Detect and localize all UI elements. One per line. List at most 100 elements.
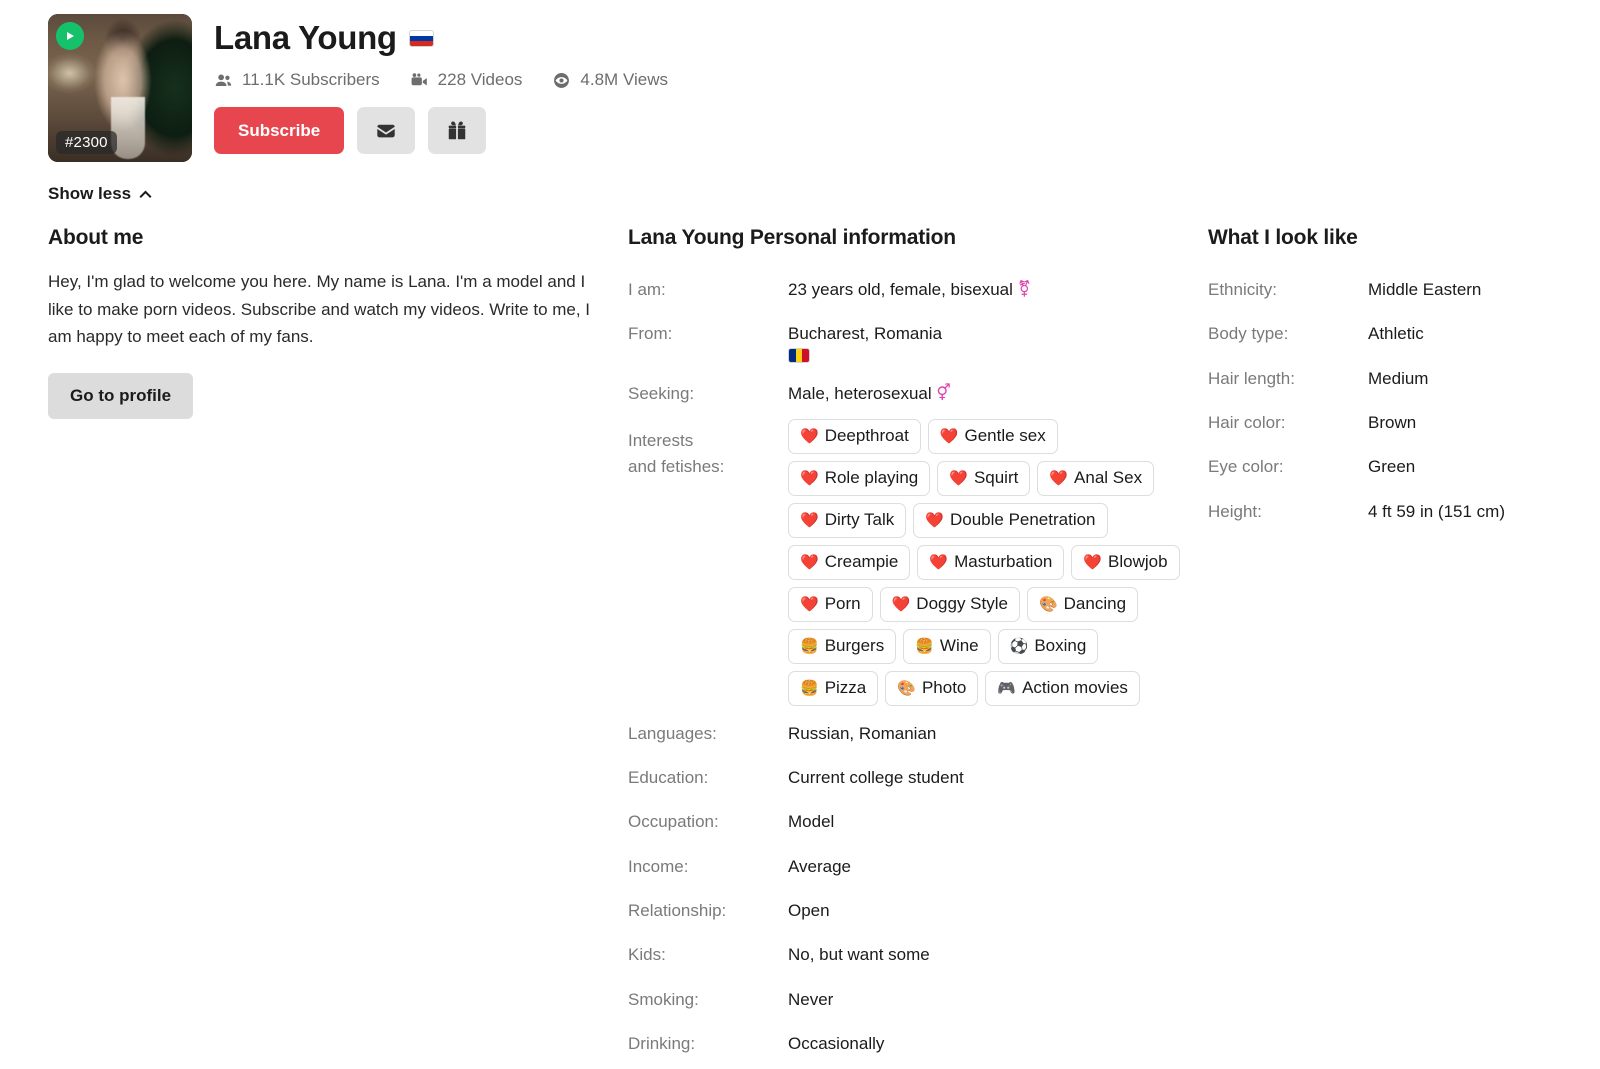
game-controller-icon: 🎮 bbox=[997, 679, 1017, 697]
interest-tag[interactable]: 🍔 Wine bbox=[903, 628, 991, 664]
play-icon[interactable] bbox=[56, 22, 84, 50]
show-less-toggle[interactable]: Show less bbox=[48, 184, 153, 204]
info-label: Languages: bbox=[628, 723, 717, 743]
appearance-value: Green bbox=[1368, 457, 1416, 477]
info-value-seeking: Male, heterosexual ⚥ bbox=[788, 372, 1208, 416]
info-value: Never bbox=[788, 989, 834, 1009]
appearance-label: Eye color: bbox=[1208, 457, 1284, 477]
subscribers-count: 11.1K Subscribers bbox=[242, 70, 380, 90]
show-less-label: Show less bbox=[48, 184, 132, 203]
interest-tag-label: Blowjob bbox=[1108, 551, 1168, 571]
interest-tag-label: Doggy Style bbox=[916, 593, 1008, 613]
profile-header: #2300 Lana Young 11.1K Subscribers 228 V… bbox=[0, 14, 1600, 162]
palette-icon: 🎨 bbox=[897, 679, 916, 697]
interest-tag[interactable]: 🍔 Burgers bbox=[788, 628, 897, 664]
gift-button[interactable] bbox=[428, 107, 487, 155]
interest-tag-label: Photo bbox=[921, 677, 967, 697]
interest-tag[interactable]: ❤️ Porn bbox=[788, 586, 873, 622]
interest-tag-label: Double Penetration bbox=[949, 509, 1096, 529]
interest-tag-label: Role playing bbox=[824, 467, 919, 487]
name-row: Lana Young bbox=[214, 19, 668, 56]
info-label: Income: bbox=[628, 856, 689, 876]
info-label: Smoking: bbox=[628, 989, 699, 1009]
interest-tag-label: Masturbation bbox=[954, 551, 1053, 571]
info-value: Occasionally bbox=[788, 1034, 885, 1053]
info-label-from: From: bbox=[628, 324, 673, 344]
rank-badge: #2300 bbox=[56, 131, 117, 154]
subscribe-button[interactable]: Subscribe bbox=[214, 107, 345, 155]
avatar[interactable]: #2300 bbox=[48, 14, 192, 162]
profile-page: #2300 Lana Young 11.1K Subscribers 228 V… bbox=[0, 0, 1600, 1069]
appearance-grid: Ethnicity: Middle Eastern Body type: Athlet… bbox=[1208, 268, 1588, 534]
chevron-up-icon bbox=[138, 184, 153, 204]
interest-tag-label: Pizza bbox=[824, 677, 867, 697]
interest-tag-label: Dirty Talk bbox=[824, 509, 895, 529]
burger-icon: 🍔 bbox=[915, 637, 934, 655]
interest-tag[interactable]: 🎨 Dancing bbox=[1026, 586, 1139, 622]
interest-tag-list: ❤️ Deepthroat ❤️ Gentle sex ❤️ Role playing ❤️… bbox=[788, 419, 1188, 706]
interest-tag[interactable]: ❤️ Masturbation bbox=[917, 544, 1065, 580]
male-female-symbol-icon: ⚥ bbox=[936, 384, 951, 402]
interest-tag[interactable]: ❤️ Role playing bbox=[788, 460, 931, 496]
interest-tag[interactable]: ❤️ Squirt bbox=[937, 460, 1031, 496]
stat-videos: 228 Videos bbox=[410, 70, 522, 90]
info-label: Relationship: bbox=[628, 900, 727, 920]
actions-row: Subscribe bbox=[214, 107, 668, 155]
go-to-profile-button[interactable]: Go to profile bbox=[48, 372, 194, 419]
appearance-label: Hair color: bbox=[1208, 413, 1286, 433]
interest-tag-label: Dancing bbox=[1063, 593, 1127, 613]
envelope-icon bbox=[375, 120, 397, 142]
heart-icon: ❤️ bbox=[891, 595, 911, 613]
interest-tag[interactable]: 🎮 Action movies bbox=[985, 670, 1140, 706]
page-title: Lana Young bbox=[214, 19, 397, 56]
interest-tag-label: Gentle sex bbox=[964, 426, 1046, 446]
interest-tag-label: Burgers bbox=[824, 635, 885, 655]
info-label: Occupation: bbox=[628, 812, 719, 832]
interest-tag[interactable]: ❤️ Blowjob bbox=[1071, 544, 1180, 580]
appearance-value: Athletic bbox=[1368, 324, 1424, 344]
interest-tag-label: Creampie bbox=[824, 551, 899, 571]
heart-icon: ❤️ bbox=[949, 469, 968, 487]
interest-tag[interactable]: ⚽ Boxing bbox=[997, 628, 1099, 664]
interest-tag[interactable]: ❤️ Gentle sex bbox=[927, 419, 1058, 454]
info-value: Average bbox=[788, 856, 852, 876]
interest-tag-label: Wine bbox=[939, 635, 979, 655]
interest-tag-label: Squirt bbox=[973, 467, 1019, 487]
interest-tag-label: Anal Sex bbox=[1074, 467, 1143, 487]
appearance-value: Medium bbox=[1368, 368, 1429, 388]
interest-tag-label: Boxing bbox=[1034, 635, 1087, 655]
interest-tag[interactable]: ❤️ Doggy Style bbox=[879, 586, 1020, 622]
info-value-i-am: 23 years old, female, bisexual ⚧ bbox=[788, 268, 1208, 312]
heart-icon: ❤️ bbox=[939, 428, 959, 445]
from-text: Bucharest, Romania bbox=[788, 324, 943, 344]
interest-tag[interactable]: 🎨 Photo bbox=[885, 670, 979, 706]
seeking-text: Male, heterosexual bbox=[788, 383, 932, 403]
views-count: 4.8M Views bbox=[580, 70, 668, 90]
personal-info-column: Lana Young Personal information I am: 23… bbox=[628, 226, 1208, 1069]
russia-flag-icon bbox=[408, 29, 434, 47]
about-text: Hey, I'm glad to welcome you here. My na… bbox=[48, 272, 591, 347]
stat-views: 4.8M Views bbox=[552, 70, 668, 90]
i-am-text: 23 years old, female, bisexual bbox=[788, 280, 1013, 299]
heart-icon: ❤️ bbox=[800, 428, 819, 445]
appearance-column: What I look like Ethnicity: Middle Easter… bbox=[1208, 226, 1588, 1069]
interest-tag-label: Action movies bbox=[1022, 677, 1128, 697]
appearance-label: Body type: bbox=[1208, 324, 1289, 344]
appearance-label: Height: bbox=[1208, 501, 1262, 521]
stats-row: 11.1K Subscribers 228 Videos 4.8M Views bbox=[214, 70, 668, 90]
interest-tag[interactable]: ❤️ Deepthroat bbox=[788, 419, 921, 454]
interest-tag[interactable]: ❤️ Anal Sex bbox=[1037, 460, 1155, 496]
interest-tag[interactable]: ❤️ Double Penetration bbox=[913, 502, 1108, 538]
interest-tag[interactable]: ❤️ Dirty Talk bbox=[788, 502, 907, 538]
appearance-label: Ethnicity: bbox=[1208, 280, 1277, 299]
interest-tag[interactable]: 🍔 Pizza bbox=[788, 670, 879, 706]
message-button[interactable] bbox=[357, 107, 416, 155]
info-value: Model bbox=[788, 812, 835, 832]
interest-tag[interactable]: ❤️ Creampie bbox=[788, 544, 911, 580]
interest-tag-label: Deepthroat bbox=[824, 426, 909, 446]
about-column: About me Hey, I'm glad to welcome you he… bbox=[48, 226, 628, 1069]
appearance-value: 4 ft 59 in (151 cm) bbox=[1368, 501, 1506, 521]
info-label: Drinking: bbox=[628, 1034, 696, 1053]
palette-icon: 🎨 bbox=[1038, 595, 1058, 613]
heart-icon: ❤️ bbox=[929, 553, 949, 571]
